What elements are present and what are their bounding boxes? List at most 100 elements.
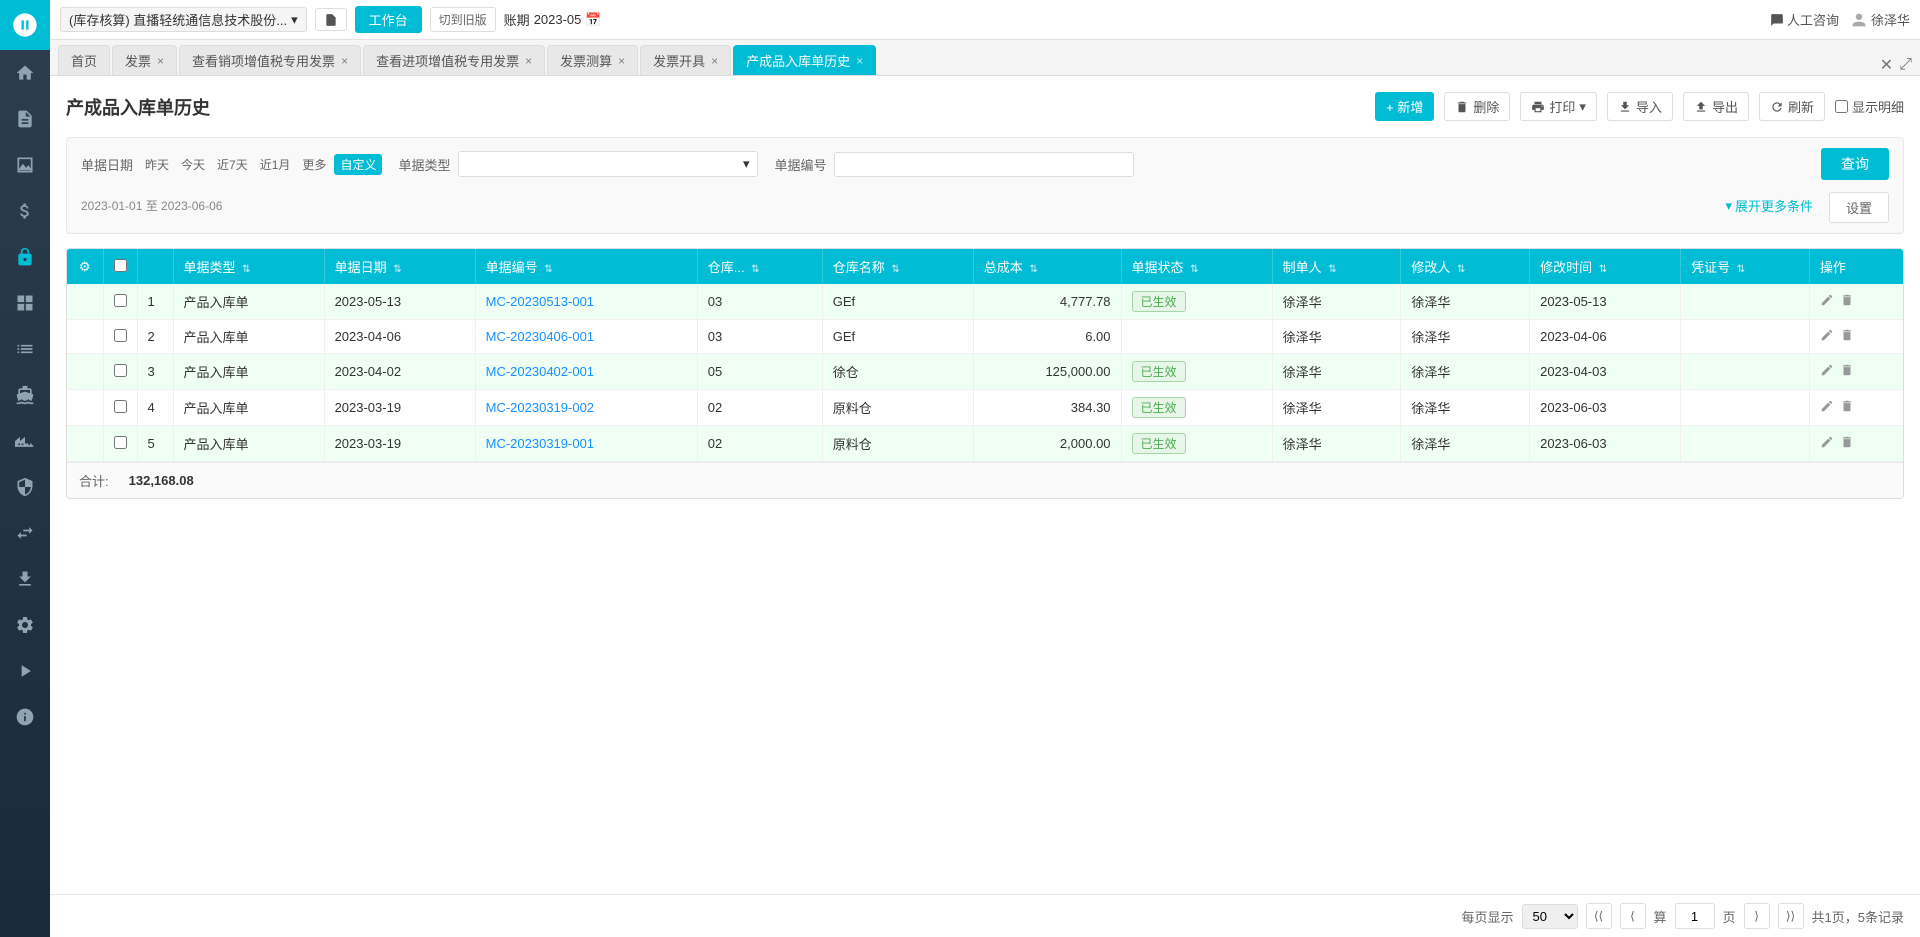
tab-invoice-open[interactable]: 发票开具 × [640, 45, 731, 75]
select-all-checkbox[interactable] [114, 259, 127, 272]
row-edit-btn[interactable] [1820, 293, 1834, 310]
row-checkbox[interactable] [114, 436, 127, 449]
new-btn[interactable]: + 新增 [1375, 92, 1434, 121]
row-delete-btn[interactable] [1840, 363, 1854, 380]
tab-product-instock-close[interactable]: × [856, 54, 863, 68]
row-checkbox[interactable] [114, 294, 127, 307]
consult-btn[interactable]: 人工咨询 [1770, 10, 1839, 29]
tab-home[interactable]: 首页 [58, 45, 110, 75]
th-status[interactable]: 单据状态 ⇅ [1121, 249, 1272, 284]
show-detail-toggle[interactable]: 显示明细 [1835, 97, 1904, 116]
th-modifier[interactable]: 修改人 ⇅ [1401, 249, 1530, 284]
tab-check-input-vat[interactable]: 查看进项增值税专用发票 × [363, 45, 545, 75]
expand-filter-btn[interactable]: ▾ 展开更多条件 [1725, 196, 1813, 215]
date-custom-btn[interactable]: 自定义 [334, 154, 382, 175]
row-edit-btn[interactable] [1820, 435, 1834, 452]
doc-number-link[interactable]: MC-20230319-001 [486, 436, 594, 451]
th-number[interactable]: 单据编号 ⇅ [475, 249, 697, 284]
tab-close-all-btn[interactable]: ✕ [1880, 55, 1893, 75]
show-detail-checkbox[interactable] [1835, 100, 1848, 113]
th-settings[interactable]: ⚙ [67, 249, 103, 284]
refresh-btn[interactable]: 刷新 [1759, 92, 1825, 121]
date-more-btn[interactable]: 更多 [298, 154, 330, 175]
export-btn[interactable]: 导出 [1683, 92, 1749, 121]
calendar-icon[interactable]: 📅 [585, 12, 601, 28]
sidebar-item-download[interactable] [0, 556, 50, 602]
sidebar-item-settings[interactable] [0, 602, 50, 648]
sidebar-item-exchange[interactable] [0, 510, 50, 556]
th-type[interactable]: 单据类型 ⇅ [173, 249, 324, 284]
th-warehouse-code[interactable]: 仓库... ⇅ [697, 249, 822, 284]
type-filter-select[interactable]: ▾ [458, 151, 758, 177]
import-btn[interactable]: 导入 [1607, 92, 1673, 121]
th-voucher[interactable]: 凭证号 ⇅ [1681, 249, 1810, 284]
workbench-btn[interactable]: 工作台 [355, 6, 422, 33]
sidebar-item-docs[interactable] [0, 96, 50, 142]
delete-btn[interactable]: 删除 [1444, 92, 1510, 121]
sidebar-item-stamp[interactable] [0, 464, 50, 510]
row-checkbox[interactable] [114, 364, 127, 377]
sidebar-item-play[interactable] [0, 648, 50, 694]
page-word: 页 [1723, 907, 1736, 926]
row-edit-btn[interactable] [1820, 328, 1834, 345]
page-number-input[interactable] [1675, 903, 1715, 929]
th-date[interactable]: 单据日期 ⇅ [324, 249, 475, 284]
tab-invoice[interactable]: 发票 × [112, 45, 177, 75]
user-menu[interactable]: 徐泽华 [1851, 10, 1910, 29]
sidebar-item-grid[interactable] [0, 280, 50, 326]
cell-date: 2023-05-13 [324, 284, 475, 320]
doc-btn[interactable] [315, 8, 347, 31]
th-creator[interactable]: 制单人 ⇅ [1272, 249, 1401, 284]
tab-product-instock[interactable]: 产成品入库单历史 × [733, 45, 876, 75]
switch-old-btn[interactable]: 切到旧版 [430, 7, 496, 32]
sidebar-item-version[interactable] [0, 694, 50, 740]
tab-invoice-close[interactable]: × [157, 54, 164, 68]
prev-page-btn[interactable]: ⟨ [1620, 903, 1646, 929]
table-footer: 合计: 132,168.08 [67, 462, 1903, 498]
date-yesterday-btn[interactable]: 昨天 [141, 154, 173, 175]
tab-invoice-calc[interactable]: 发票测算 × [547, 45, 638, 75]
date-7days-btn[interactable]: 近7天 [213, 154, 252, 175]
set-btn[interactable]: 设置 [1829, 192, 1889, 223]
tab-expand-btn[interactable]: ⤢ [1899, 56, 1912, 74]
row-delete-btn[interactable] [1840, 328, 1854, 345]
next-page-btn[interactable]: ⟩ [1744, 903, 1770, 929]
tab-check-input-vat-close[interactable]: × [525, 54, 532, 68]
doc-number-link[interactable]: MC-20230402-001 [486, 364, 594, 379]
sidebar-item-factory[interactable] [0, 418, 50, 464]
row-edit-btn[interactable] [1820, 399, 1834, 416]
doc-number-link[interactable]: MC-20230406-001 [486, 329, 594, 344]
sidebar-item-ship[interactable] [0, 372, 50, 418]
th-modify-time[interactable]: 修改时间 ⇅ [1530, 249, 1681, 284]
sidebar-item-home[interactable] [0, 50, 50, 96]
last-page-btn[interactable]: ⟩⟩ [1778, 903, 1804, 929]
sidebar-item-money[interactable] [0, 188, 50, 234]
query-btn[interactable]: 查询 [1821, 148, 1889, 180]
row-checkbox[interactable] [114, 400, 127, 413]
th-total-cost[interactable]: 总成本 ⇅ [973, 249, 1121, 284]
first-page-btn[interactable]: ⟨⟨ [1586, 903, 1612, 929]
row-delete-btn[interactable] [1840, 435, 1854, 452]
doc-number-link[interactable]: MC-20230513-001 [486, 294, 594, 309]
print-btn[interactable]: 打印 ▾ [1520, 92, 1597, 121]
row-edit-btn[interactable] [1820, 363, 1834, 380]
number-filter-input[interactable] [834, 152, 1134, 177]
per-page-select[interactable]: 10 20 50 100 [1522, 904, 1578, 929]
tab-check-sales-vat-close[interactable]: × [341, 54, 348, 68]
tab-check-sales-vat[interactable]: 查看销项增值税专用发票 × [179, 45, 361, 75]
tab-invoice-calc-close[interactable]: × [618, 54, 625, 68]
tab-invoice-open-close[interactable]: × [711, 54, 718, 68]
sidebar-item-list[interactable] [0, 326, 50, 372]
th-warehouse-name[interactable]: 仓库名称 ⇅ [822, 249, 973, 284]
sidebar-item-lock[interactable] [0, 234, 50, 280]
cell-modifier: 徐泽华 [1401, 284, 1530, 320]
doc-number-link[interactable]: MC-20230319-002 [486, 400, 594, 415]
company-selector[interactable]: (库存核算) 直播轻统通信息技术股份... ▾ [60, 7, 307, 32]
row-delete-btn[interactable] [1840, 293, 1854, 310]
row-checkbox[interactable] [114, 329, 127, 342]
date-today-btn[interactable]: 今天 [177, 154, 209, 175]
sidebar-item-chart[interactable] [0, 142, 50, 188]
date-1month-btn[interactable]: 近1月 [256, 154, 295, 175]
page-header: 产成品入库单历史 + 新增 删除 打印 ▾ 导入 [66, 92, 1904, 121]
row-delete-btn[interactable] [1840, 399, 1854, 416]
